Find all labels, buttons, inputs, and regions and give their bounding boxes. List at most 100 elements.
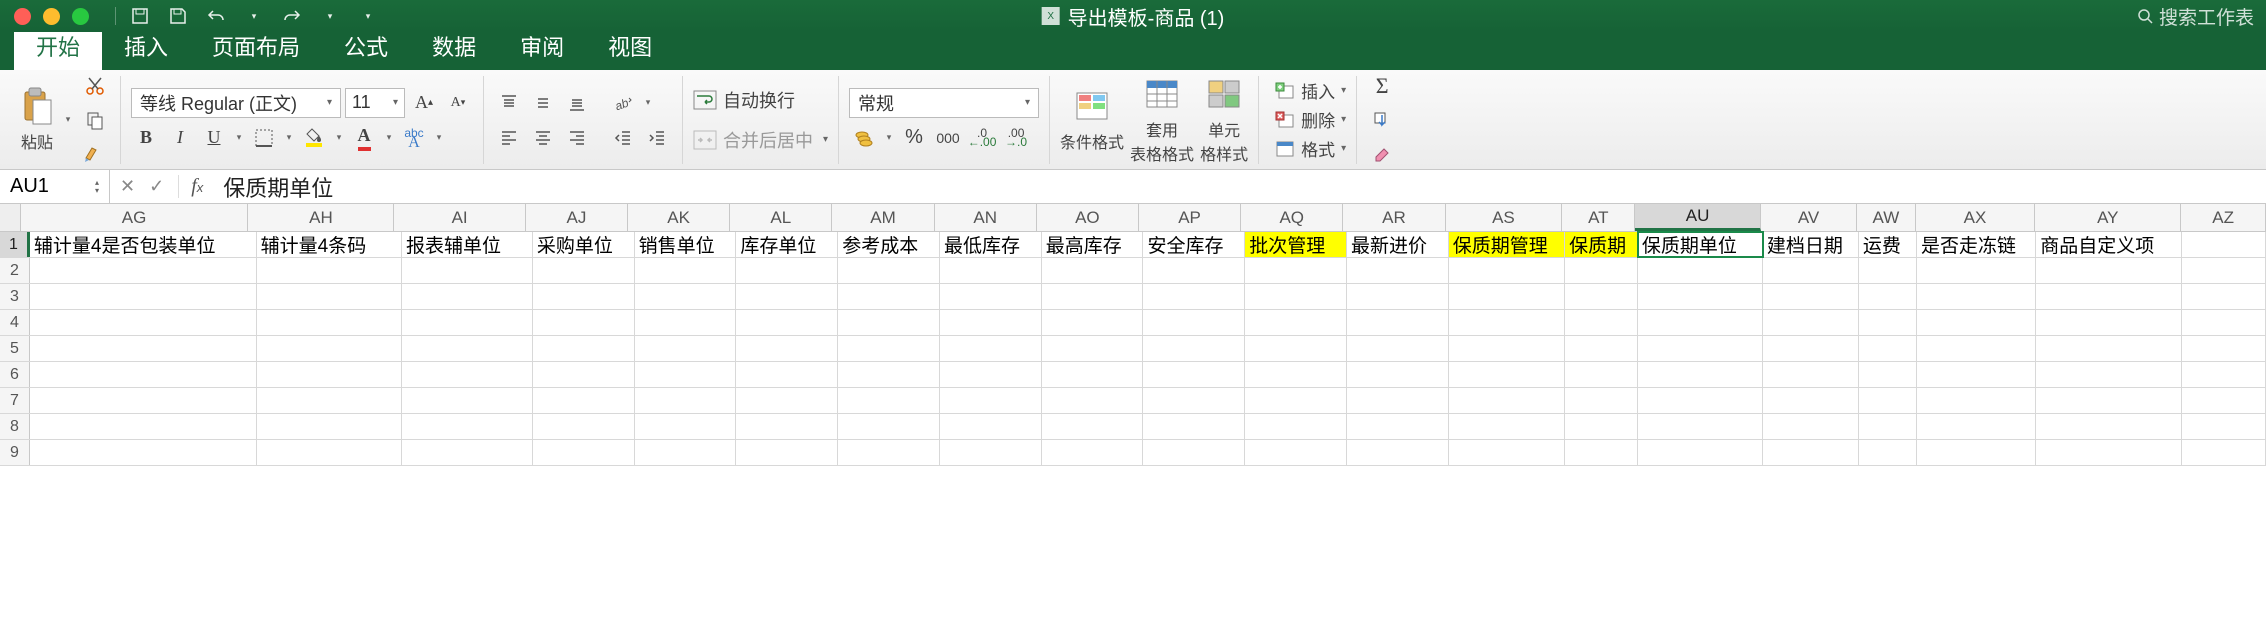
cell-AI7[interactable] (402, 388, 533, 413)
cell-AR7[interactable] (1347, 388, 1449, 413)
cell-AZ4[interactable] (2182, 310, 2266, 335)
cell-AK7[interactable] (635, 388, 737, 413)
column-header-AY[interactable]: AY (2035, 204, 2181, 231)
cell-AI1[interactable]: 报表辅单位 (402, 232, 533, 257)
cell-AX2[interactable] (1917, 258, 2036, 283)
cell-AL4[interactable] (736, 310, 838, 335)
cell-AQ5[interactable] (1245, 336, 1347, 361)
cell-AT4[interactable] (1565, 310, 1638, 335)
insert-cells-button[interactable]: 插入▾ (1275, 78, 1346, 103)
cell-AJ3[interactable] (533, 284, 635, 309)
cell-AV2[interactable] (1763, 258, 1859, 283)
cell-AX8[interactable] (1917, 414, 2036, 439)
copy-button[interactable] (80, 106, 110, 134)
close-window-button[interactable] (14, 8, 31, 25)
cell-AK6[interactable] (635, 362, 737, 387)
column-header-AK[interactable]: AK (628, 204, 730, 231)
format-cells-button[interactable]: 格式▾ (1275, 136, 1346, 161)
cell-AW9[interactable] (1859, 440, 1917, 465)
cell-AW1[interactable]: 运费 (1859, 232, 1917, 257)
cell-AX6[interactable] (1917, 362, 2036, 387)
cell-AX5[interactable] (1917, 336, 2036, 361)
cell-AL7[interactable] (736, 388, 838, 413)
cell-AY8[interactable] (2036, 414, 2181, 439)
cell-AI2[interactable] (402, 258, 533, 283)
increase-font-button[interactable]: A▴ (409, 89, 439, 117)
cell-AZ8[interactable] (2182, 414, 2266, 439)
cell-AG4[interactable] (30, 310, 257, 335)
align-left-button[interactable] (494, 123, 524, 151)
cell-AJ9[interactable] (533, 440, 635, 465)
increase-decimal-button[interactable]: .0←.00 (967, 124, 997, 152)
align-middle-button[interactable] (528, 89, 558, 117)
cell-AM6[interactable] (838, 362, 940, 387)
cell-AP8[interactable] (1143, 414, 1245, 439)
column-header-AO[interactable]: AO (1037, 204, 1139, 231)
cell-AG6[interactable] (30, 362, 257, 387)
cell-AQ2[interactable] (1245, 258, 1347, 283)
cell-AW8[interactable] (1859, 414, 1917, 439)
undo-dropdown[interactable]: ▾ (240, 4, 268, 28)
cell-AQ4[interactable] (1245, 310, 1347, 335)
cell-AU2[interactable] (1638, 258, 1763, 283)
row-header-5[interactable]: 5 (0, 336, 30, 361)
cell-AU4[interactable] (1638, 310, 1763, 335)
cell-AZ3[interactable] (2182, 284, 2266, 309)
cell-AJ1[interactable]: 采购单位 (533, 232, 635, 257)
cell-AS1[interactable]: 保质期管理 (1449, 232, 1565, 257)
wrap-text-button[interactable]: 自动换行 (693, 87, 795, 113)
cell-AG5[interactable] (30, 336, 257, 361)
cell-AI8[interactable] (402, 414, 533, 439)
cell-AI3[interactable] (402, 284, 533, 309)
merge-center-button[interactable]: 合并后居中 ▾ (693, 127, 828, 153)
cell-AR5[interactable] (1347, 336, 1449, 361)
cell-AO8[interactable] (1042, 414, 1144, 439)
spreadsheet-grid[interactable]: AGAHAIAJAKALAMANAOAPAQARASATAUAVAWAXAYAZ… (0, 204, 2266, 466)
cell-AN7[interactable] (940, 388, 1042, 413)
cell-AW6[interactable] (1859, 362, 1917, 387)
cell-AU1[interactable]: 保质期单位 (1638, 232, 1763, 257)
increase-indent-button[interactable] (642, 123, 672, 151)
cell-AR4[interactable] (1347, 310, 1449, 335)
underline-dropdown[interactable]: ▾ (233, 132, 245, 143)
cell-AV8[interactable] (1763, 414, 1859, 439)
cell-AR9[interactable] (1347, 440, 1449, 465)
cell-AG1[interactable]: 辅计量4是否包装单位 (30, 232, 257, 257)
cell-AX9[interactable] (1917, 440, 2036, 465)
cell-AK4[interactable] (635, 310, 737, 335)
cell-AH1[interactable]: 辅计量4条码 (257, 232, 402, 257)
cell-AX3[interactable] (1917, 284, 2036, 309)
paste-button[interactable]: 粘贴 (18, 87, 56, 153)
underline-button[interactable]: U (199, 124, 229, 152)
enter-formula-button[interactable]: ✓ (149, 176, 164, 197)
cell-AW3[interactable] (1859, 284, 1917, 309)
cell-AQ6[interactable] (1245, 362, 1347, 387)
column-header-AR[interactable]: AR (1343, 204, 1445, 231)
cell-AO3[interactable] (1042, 284, 1144, 309)
cell-AH4[interactable] (257, 310, 402, 335)
column-header-AM[interactable]: AM (832, 204, 934, 231)
cell-AO4[interactable] (1042, 310, 1144, 335)
orientation-dropdown[interactable]: ▾ (642, 97, 654, 108)
cell-AV3[interactable] (1763, 284, 1859, 309)
column-header-AG[interactable]: AG (21, 204, 249, 231)
cell-AH6[interactable] (257, 362, 402, 387)
cell-AS5[interactable] (1449, 336, 1565, 361)
cell-AX4[interactable] (1917, 310, 2036, 335)
cell-AV5[interactable] (1763, 336, 1859, 361)
select-all-corner[interactable] (0, 204, 21, 231)
cell-AY4[interactable] (2036, 310, 2181, 335)
cell-AL9[interactable] (736, 440, 838, 465)
cell-AW7[interactable] (1859, 388, 1917, 413)
cell-AI9[interactable] (402, 440, 533, 465)
cell-AU8[interactable] (1638, 414, 1763, 439)
column-header-AI[interactable]: AI (394, 204, 525, 231)
cell-AK2[interactable] (635, 258, 737, 283)
row-header-3[interactable]: 3 (0, 284, 30, 309)
redo-dropdown[interactable]: ▾ (316, 4, 344, 28)
paste-dropdown[interactable]: ▾ (62, 114, 74, 125)
cell-AI4[interactable] (402, 310, 533, 335)
font-color-button[interactable]: A (349, 124, 379, 152)
currency-button[interactable] (849, 124, 879, 152)
row-header-1[interactable]: 1 (0, 232, 30, 257)
